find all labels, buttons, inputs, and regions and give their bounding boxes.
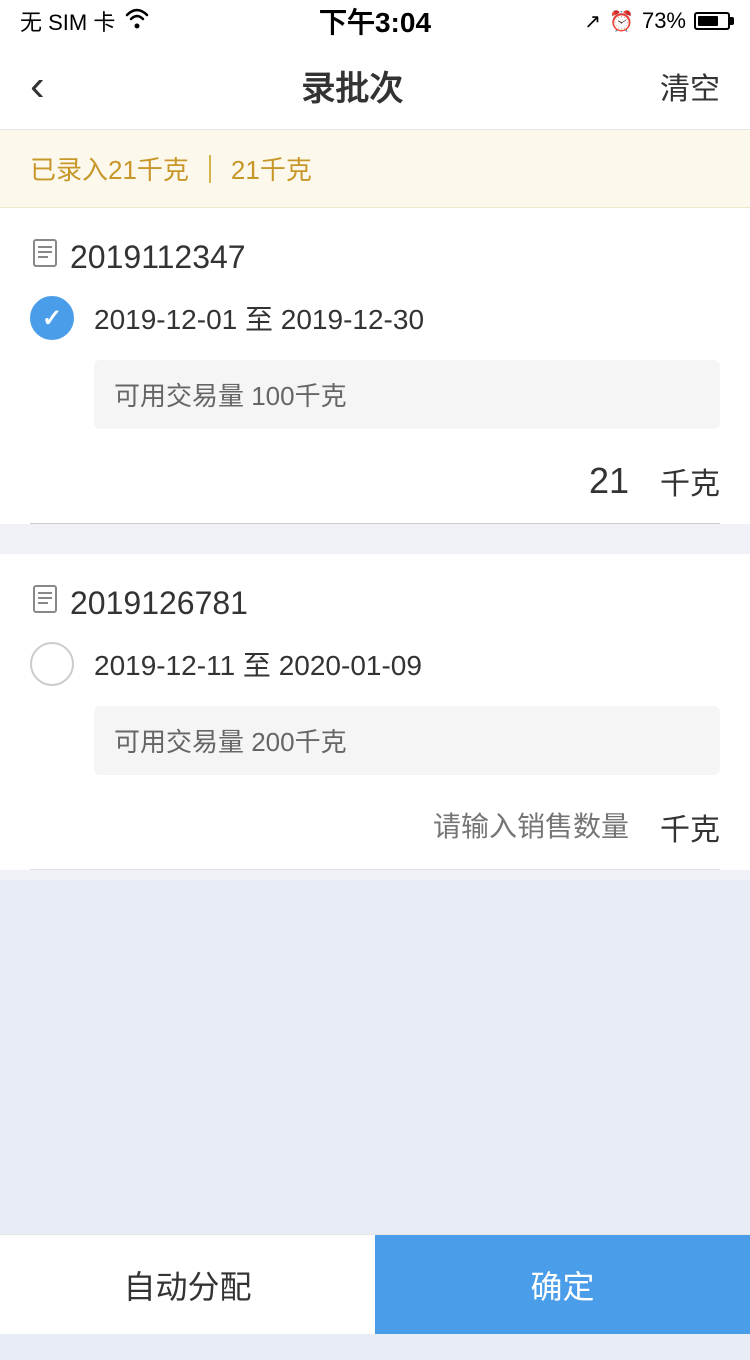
batch-card-2: 2019126781 2019-12-11 至 2020-01-09 可用交易量…: [0, 554, 750, 870]
location-icon: ↗: [584, 9, 601, 34]
summary-bar: 已录入21千克 21千克: [0, 130, 750, 208]
batch-checkbox-1[interactable]: [30, 296, 74, 340]
bottom-bar: 自动分配 确定: [0, 1234, 750, 1334]
batch-id-2: 2019126781: [70, 585, 248, 622]
status-bar: 无 SIM 卡 下午3:04 ↗ ⏰ 73%: [0, 0, 750, 42]
nav-bar: ‹ 录批次 清空: [0, 42, 750, 130]
recorded-text: 已录入21千克: [30, 150, 189, 187]
batch-available-1: 可用交易量 100千克: [94, 360, 720, 429]
separator-1: [0, 534, 750, 554]
auto-distribute-button[interactable]: 自动分配: [0, 1235, 375, 1334]
batch-doc-icon-2: [30, 584, 60, 622]
clear-button[interactable]: 清空: [660, 64, 720, 108]
batch-date-2: 2019-12-11 至 2020-01-09: [94, 644, 422, 684]
batch-date-1: 2019-12-01 至 2019-12-30: [94, 298, 424, 338]
batch-header-2: 2019126781: [0, 554, 750, 632]
placeholder-row-2: 千克: [0, 785, 750, 869]
batch-row-2: 2019-12-11 至 2020-01-09: [0, 632, 750, 696]
batch-header-1: 2019112347: [0, 208, 750, 286]
battery-icon: [694, 12, 730, 30]
battery-text: 73%: [642, 8, 686, 34]
back-button[interactable]: ‹: [30, 61, 45, 111]
quantity-unit-1: 千克: [660, 459, 720, 503]
quantity-input-2[interactable]: [30, 811, 644, 843]
alarm-icon: ⏰: [609, 9, 634, 34]
quantity-underline-1: [30, 523, 720, 524]
batch-row-1: 2019-12-01 至 2019-12-30: [0, 286, 750, 350]
status-left: 无 SIM 卡: [20, 5, 151, 37]
batch-checkbox-2[interactable]: [30, 642, 74, 686]
batch-id-1: 2019112347: [70, 239, 246, 276]
status-time: 下午3:04: [319, 1, 431, 41]
confirm-button[interactable]: 确定: [375, 1235, 750, 1334]
quantity-input-1[interactable]: [524, 460, 644, 502]
batch-quantity-row-1: 千克: [0, 439, 750, 523]
summary-divider: [209, 155, 211, 183]
quantity-unit-2: 千克: [660, 805, 720, 849]
status-right: ↗ ⏰ 73%: [584, 8, 730, 34]
content-area: 2019112347 2019-12-01 至 2019-12-30 可用交易量…: [0, 208, 750, 1360]
batch-doc-icon-1: [30, 238, 60, 276]
wifi-icon: [123, 7, 151, 35]
carrier-text: 无 SIM 卡: [20, 5, 115, 37]
placeholder-underline-2: [30, 869, 720, 870]
page-title: 录批次: [301, 61, 403, 110]
batch-card-1: 2019112347 2019-12-01 至 2019-12-30 可用交易量…: [0, 208, 750, 524]
batch-available-2: 可用交易量 200千克: [94, 706, 720, 775]
total-text: 21千克: [231, 150, 312, 187]
